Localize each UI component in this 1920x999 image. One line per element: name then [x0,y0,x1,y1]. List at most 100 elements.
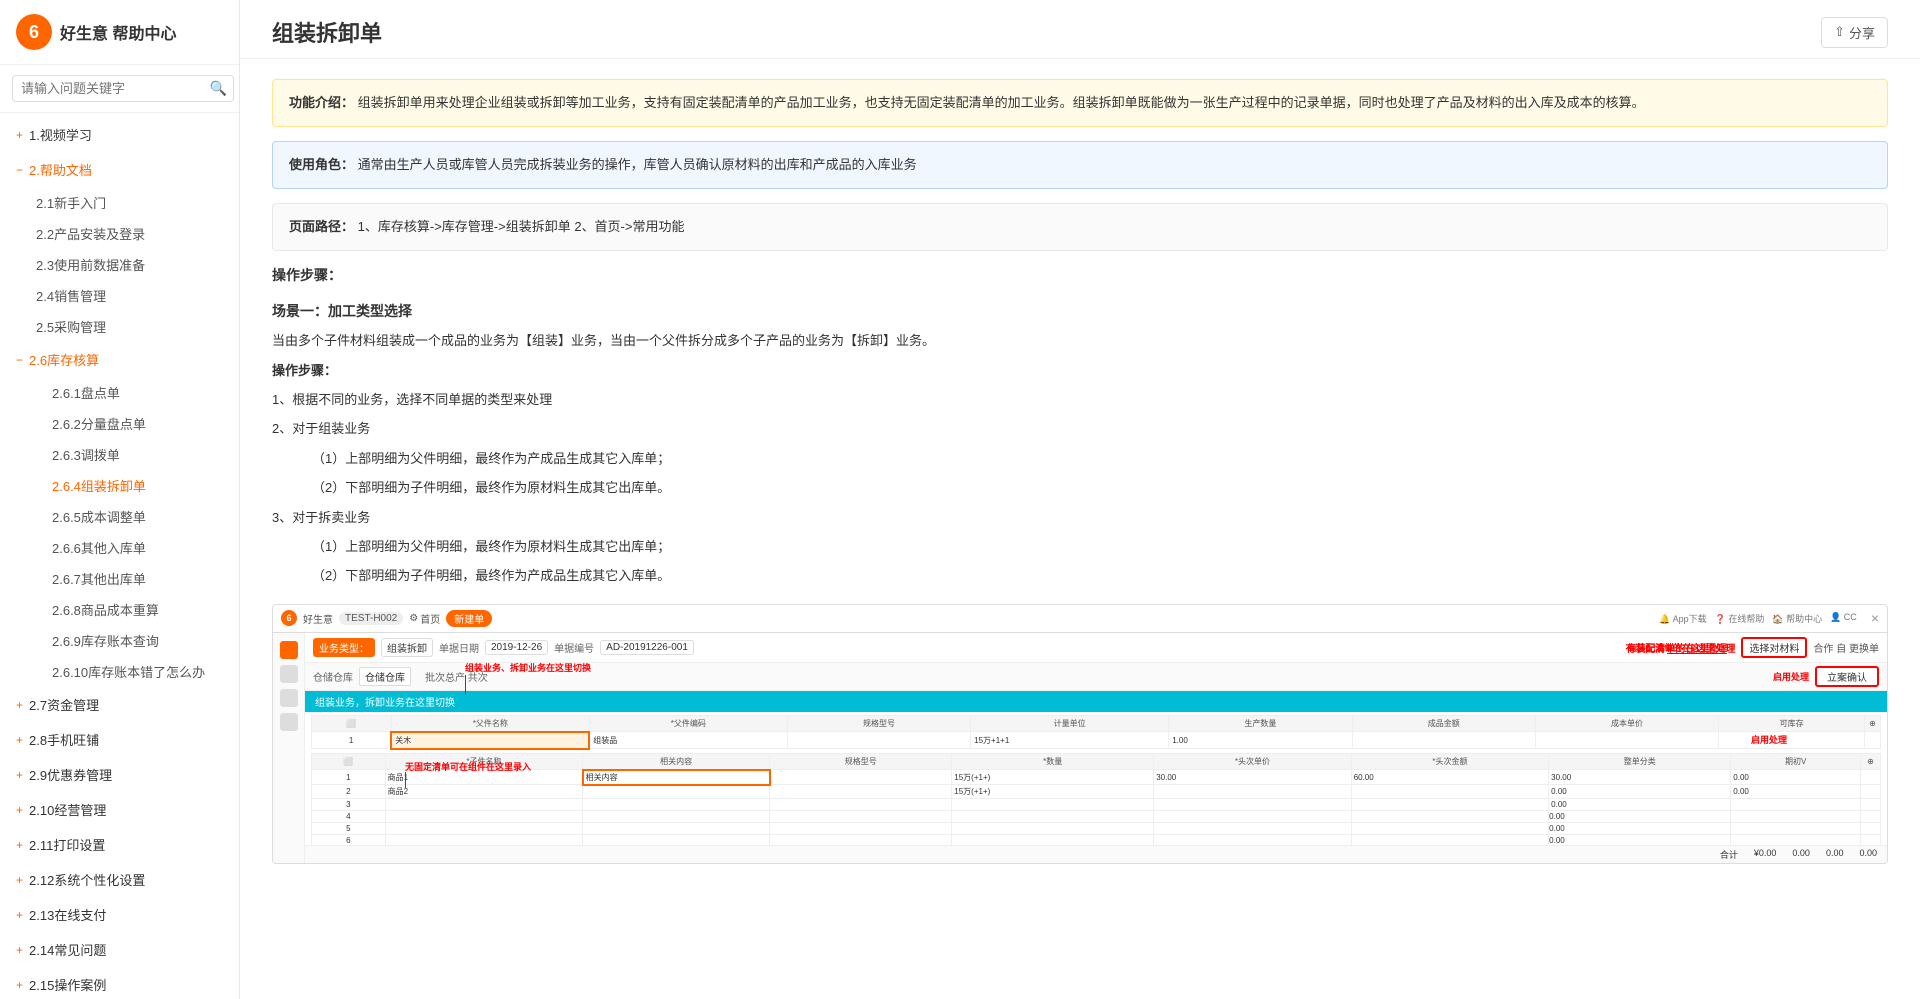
ss-top-table: ⬜ *父件名称 *父件编码 规格型号 计量单位 生产数量 成品金额 成本单价 可 [311,715,1881,750]
sidebar-item-2-5[interactable]: 2.5采购管理 [0,311,239,342]
ss-main-area: 业务类型： 组装拆卸 单据日期 2019-12-26 单据编号 AD-20191… [305,633,1887,863]
sidebar-item-2-13[interactable]: + 2.13在线支付 [0,897,239,932]
ss-btn-audit[interactable]: 选择对材料 [1741,637,1807,658]
sidebar-item-2-6-5[interactable]: 2.6.5成本调整单 [0,501,239,532]
ss-sub-label1: 仓储仓库 [313,669,353,684]
ss-bottom-header-row: ⬜ *子件名称 相关内容 规格型号 *数量 *头次单价 *头次金额 整单分类 期 [312,753,1881,770]
sidebar-item-2-6-1[interactable]: 2.6.1盘点单 [0,377,239,408]
sidebar-item-2-6-4[interactable]: 2.6.4组装拆卸单 [0,470,239,501]
ss-bottom-row-3: 3 0.00 [312,799,1881,811]
ss-th-7: 成本单价 [1535,715,1718,732]
ss-type-bar-text: 组装业务，拆卸业务在这里切换 [315,694,455,709]
ss-bottom-td-highlight: 相关内容 [583,770,770,785]
ss-icon-user: 👤 CC [1830,612,1857,625]
sidebar-item-2-6-10[interactable]: 2.6.10库存账本错了怎么办 [0,656,239,687]
sidebar-item-2-6-2[interactable]: 2.6.2分量盘点单 [0,408,239,439]
ss-th-0: ⬜ [312,715,392,732]
ss-th-8: 可库存 [1719,715,1865,732]
sidebar-item-2-10[interactable]: + 2.10经营管理 [0,792,239,827]
sidebar-item-2-6[interactable]: − 2.6库存核算 [0,342,239,377]
ss-top-table-body: 1 关木 组装品 15万+1+1 1.00 [312,732,1881,749]
ss-qty-label: 批次总产 共次 [425,669,488,684]
ss-icon-help: ❓ 在线帮助 [1715,612,1765,625]
ss-th-5: 生产数量 [1169,715,1352,732]
ss-th-9: ⊕ [1865,715,1881,732]
ss-type-value: 组装拆卸 [381,638,433,657]
ss-warehouse-val: 仓储仓库 [359,667,411,686]
sidebar-item-2-6-8[interactable]: 2.6.8商品成本重算 [0,594,239,625]
sidebar-item-2-2[interactable]: 2.2产品安装及登录 [0,218,239,249]
ss-btn-new-type[interactable]: 业务类型： [313,638,375,657]
minus-icon-2-6: − [16,353,23,367]
ss-topbar-right: 🔔 App下载 ❓ 在线帮助 🏠 帮助中心 👤 CC [1659,612,1856,625]
sidebar-header: 6 好生意 帮助中心 [0,0,239,65]
sidebar-label-1: 1.视频学习 [29,125,92,144]
nav-section: + 1.视频学习 − 2.帮助文档 2.1新手入门 2.2产品安装及登录 2.3… [0,113,239,999]
role-label: 使用角色： [289,157,354,172]
step2-1: （1）上部明细为父件明细，最终作为产成品生成其它入库单； [312,447,1888,470]
ss-topbar-tab1: ⚙ 首页 [409,611,440,626]
role-text: 通常由生产人员或库管人员完成拆装业务的操作，库管人员确认原材料的出库和产成品的入… [358,157,917,172]
step2-2: （2）下部明细为子件明细，最终作为原材料生成其它出库单。 [312,476,1888,499]
minus-icon-2: − [16,163,23,177]
ss-total-val1: ¥0.00 [1754,848,1777,861]
sidebar-item-2-6-3[interactable]: 2.6.3调拨单 [0,439,239,470]
sidebar: 6 好生意 帮助中心 🔍 + 1.视频学习 − 2.帮助文档 2.1新手入门 2… [0,0,240,999]
ss-logo-icon: 6 [281,610,297,626]
sidebar-item-2-1[interactable]: 2.1新手入门 [0,187,239,218]
sidebar-item-2-4[interactable]: 2.4销售管理 [0,280,239,311]
sidebar-item-2-11[interactable]: + 2.11打印设置 [0,827,239,862]
sidebar-item-2-8[interactable]: + 2.8手机旺铺 [0,722,239,757]
sidebar-label-2: 2.帮助文档 [29,160,92,179]
content-area: 功能介绍： 组装拆卸单用来处理企业组装或拆卸等加工业务，支持有固定装配清单的产品… [240,59,1920,999]
ss-btn-confirm[interactable]: 立案确认 [1815,666,1879,687]
ss-topbar: 6 好生意 TEST-H002 ⚙ 首页 新建单 🔔 App下载 ❓ 在线帮助 … [273,605,1887,633]
path-block: 页面路径： 1、库存核算->库存管理->组装拆卸单 2、首页->常用功能 [272,203,1888,251]
ss-bottom-row-2: 2 商品2 15万(+1+) 0.00 0.00 [312,785,1881,799]
main-content: 组装拆卸单 ⇧ 分享 功能介绍： 组装拆卸单用来处理企业组装或拆卸等加工业务，支… [240,0,1920,999]
ss-bottom-row-5: 5 0.00 [312,823,1881,835]
ss-sidebar-icon2 [280,665,298,683]
sidebar-item-2-6-7[interactable]: 2.6.7其他出库单 [0,563,239,594]
ss-annotation3: 启用处理 [1773,670,1809,683]
search-box: 🔍 [0,65,239,113]
share-button[interactable]: ⇧ 分享 [1821,17,1888,48]
ss-total-val4: 0.00 [1859,848,1877,861]
ss-mini-sidebar [273,633,305,863]
plus-icon-2-12: + [16,873,23,887]
ss-bottom-row-6: 6 0.00 [312,835,1881,845]
logo-title: 好生意 帮助中心 [60,20,176,44]
plus-icon-2-15: + [16,978,23,992]
sidebar-item-2-6-9[interactable]: 2.6.9库存账本查询 [0,625,239,656]
ss-sidebar-icon4 [280,713,298,731]
ss-bottom-table-body: 1 商品1 相关内容 15万(+1+) 30.00 60.00 30.00 0 [312,770,1881,845]
step3-1: （1）上部明细为父件明细，最终作为原材料生成其它出库单； [312,535,1888,558]
ss-btn-more[interactable]: 合作 自 更换单 [1813,640,1879,655]
ss-top-table-header-row: ⬜ *父件名称 *父件编码 规格型号 计量单位 生产数量 成品金额 成本单价 可 [312,715,1881,732]
ss-bottom-row-1: 1 商品1 相关内容 15万(+1+) 30.00 60.00 30.00 0 [312,770,1881,785]
ss-date-value: 2019-12-26 [485,640,548,655]
ss-date-label: 单据日期 [439,640,479,655]
ss-bottom-table-area: ⬜ *子件名称 相关内容 规格型号 *数量 *头次单价 *头次金额 整单分类 期 [305,753,1887,845]
sidebar-item-2-15[interactable]: + 2.15操作案例 [0,967,239,999]
ss-topbar-tab2: 新建单 [446,610,492,627]
sidebar-item-2-9[interactable]: + 2.9优惠券管理 [0,757,239,792]
sidebar-item-2-14[interactable]: + 2.14常见问题 [0,932,239,967]
step2: 2、对于组装业务 [272,417,1888,440]
search-input[interactable] [12,75,234,102]
sidebar-item-1[interactable]: + 1.视频学习 [0,117,239,152]
share-icon: ⇧ [1834,24,1845,40]
sidebar-item-2-6-6[interactable]: 2.6.6其他入库单 [0,532,239,563]
logo-icon: 6 [16,14,52,50]
steps-sublabel: 操作步骤： [272,359,1888,382]
sidebar-item-2[interactable]: − 2.帮助文档 [0,152,239,187]
ss-top-table-row-1: 1 关木 组装品 15万+1+1 1.00 [312,732,1881,749]
ss-close-icon[interactable]: × [1871,610,1879,626]
step1: 1、根据不同的业务，选择不同单据的类型来处理 [272,388,1888,411]
ss-th-1: *父件名称 [391,715,589,732]
sidebar-item-2-3[interactable]: 2.3使用前数据准备 [0,249,239,280]
sidebar-item-2-7[interactable]: + 2.7资金管理 [0,687,239,722]
ss-bottom-table: ⬜ *子件名称 相关内容 规格型号 *数量 *头次单价 *头次金额 整单分类 期 [311,753,1881,845]
screenshot-container: 6 好生意 TEST-H002 ⚙ 首页 新建单 🔔 App下载 ❓ 在线帮助 … [272,604,1888,864]
sidebar-item-2-12[interactable]: + 2.12系统个性化设置 [0,862,239,897]
